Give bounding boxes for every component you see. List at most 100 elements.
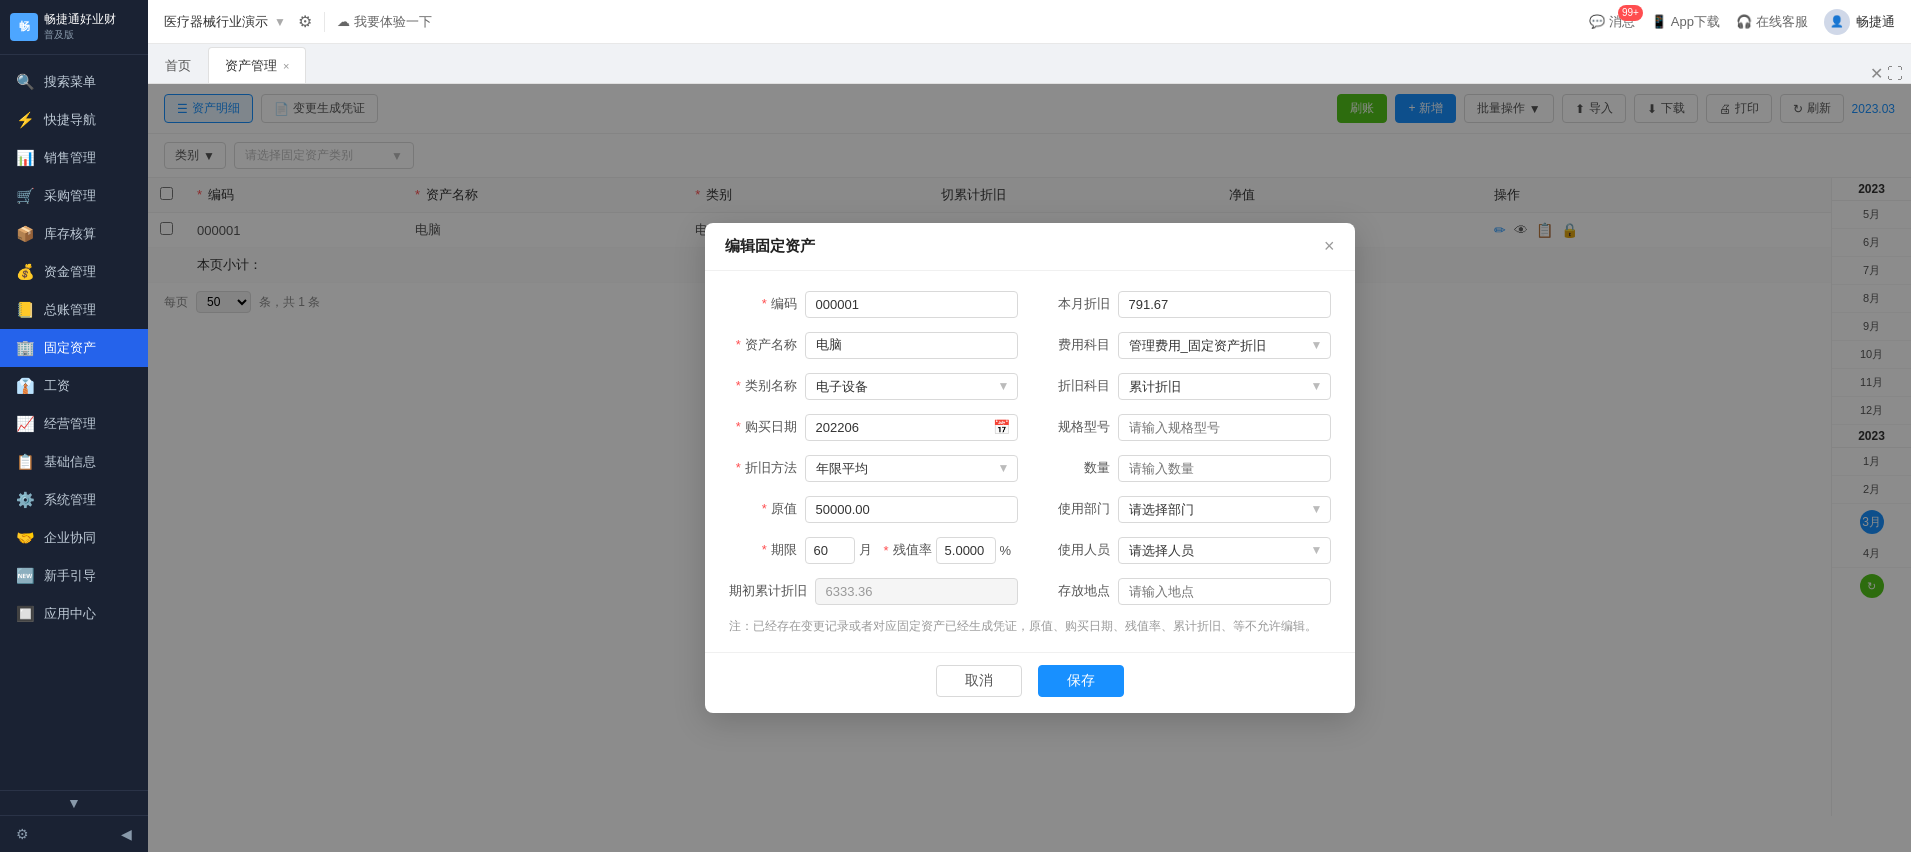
notification-icon: 💬 bbox=[1589, 14, 1605, 29]
category-label: * 类别名称 bbox=[729, 377, 797, 395]
sidebar-item-enterprise[interactable]: 🤝 企业协同 bbox=[0, 519, 148, 557]
sidebar-item-label: 总账管理 bbox=[44, 301, 96, 319]
save-button[interactable]: 保存 bbox=[1038, 665, 1124, 697]
fixed-assets-icon: 🏢 bbox=[16, 339, 34, 357]
expense-subject-wrap: 管理费用_固定资产折旧 ▼ bbox=[1118, 332, 1331, 359]
sidebar-item-fixed-assets[interactable]: 🏢 固定资产 bbox=[0, 329, 148, 367]
spec-model-input[interactable] bbox=[1118, 414, 1331, 441]
personnel-select[interactable]: 请选择人员 bbox=[1118, 537, 1331, 564]
user-menu[interactable]: 👤 畅捷通 bbox=[1824, 9, 1895, 35]
sidebar-header: 畅 畅捷通好业财 普及版 bbox=[0, 0, 148, 55]
page-content: ☰ 资产明细 📄 变更生成凭证 刷账 + 新增 批量操作 ▼ ⬆ bbox=[148, 84, 1911, 852]
sidebar-item-ledger[interactable]: 📒 总账管理 bbox=[0, 291, 148, 329]
sidebar-item-label: 固定资产 bbox=[44, 339, 96, 357]
field-department: 使用部门 请选择部门 ▼ bbox=[1042, 496, 1331, 523]
dep-subject-label: 折旧科目 bbox=[1042, 377, 1110, 395]
spec-model-label: 规格型号 bbox=[1042, 418, 1110, 436]
quantity-input[interactable] bbox=[1118, 455, 1331, 482]
modal-close-btn[interactable]: × bbox=[1324, 237, 1335, 255]
depreciation-method-wrap: 年限平均 ▼ bbox=[805, 455, 1018, 482]
period-input[interactable] bbox=[805, 537, 855, 564]
purchase-date-input[interactable] bbox=[805, 414, 1018, 441]
sidebar-collapse-btn[interactable]: ▼ bbox=[67, 795, 81, 811]
category-select[interactable]: 电子设备 bbox=[805, 373, 1018, 400]
sidebar-item-label: 经营管理 bbox=[44, 415, 96, 433]
sidebar-item-payroll[interactable]: 👔 工资 bbox=[0, 367, 148, 405]
sidebar-item-system[interactable]: ⚙️ 系统管理 bbox=[0, 481, 148, 519]
sidebar-item-label: 企业协同 bbox=[44, 529, 96, 547]
field-depreciation-method: * 折旧方法 年限平均 ▼ bbox=[729, 455, 1018, 482]
username: 畅捷通 bbox=[1856, 13, 1895, 31]
sidebar-item-operations[interactable]: 📈 经营管理 bbox=[0, 405, 148, 443]
department-select[interactable]: 请选择部门 bbox=[1118, 496, 1331, 523]
sidebar-item-basic-info[interactable]: 📋 基础信息 bbox=[0, 443, 148, 481]
company-dropdown-icon: ▼ bbox=[274, 15, 286, 29]
sidebar-item-label: 新手引导 bbox=[44, 567, 96, 585]
sales-icon: 📊 bbox=[16, 149, 34, 167]
modal-overlay: 编辑固定资产 × * 编码 bbox=[148, 84, 1911, 852]
modal-title: 编辑固定资产 bbox=[725, 237, 815, 256]
code-label: * 编码 bbox=[729, 295, 797, 313]
depreciation-method-select[interactable]: 年限平均 bbox=[805, 455, 1018, 482]
initial-depreciation-label: 期初累计折旧 bbox=[729, 582, 807, 600]
sidebar-item-app-center[interactable]: 🔲 应用中心 bbox=[0, 595, 148, 633]
storage-input[interactable] bbox=[1118, 578, 1331, 605]
expense-subject-select[interactable]: 管理费用_固定资产折旧 bbox=[1118, 332, 1331, 359]
sidebar-item-label: 销售管理 bbox=[44, 149, 96, 167]
calendar-icon: 📅 bbox=[993, 419, 1010, 435]
topbar-divider bbox=[324, 12, 325, 32]
modal-header: 编辑固定资产 × bbox=[705, 223, 1355, 271]
app-download-btn[interactable]: 📱 App下载 bbox=[1651, 13, 1720, 31]
this-month-dep-input[interactable] bbox=[1118, 291, 1331, 318]
topbar-settings-icon[interactable]: ⚙ bbox=[298, 12, 312, 31]
field-expense-subject: 费用科目 管理费用_固定资产折旧 ▼ bbox=[1042, 332, 1331, 359]
field-quantity: 数量 bbox=[1042, 455, 1331, 482]
asset-name-input[interactable] bbox=[805, 332, 1018, 359]
notification-badge: 99+ bbox=[1618, 5, 1643, 21]
original-value-input[interactable] bbox=[805, 496, 1018, 523]
sidebar-item-finance[interactable]: 💰 资金管理 bbox=[0, 253, 148, 291]
code-input[interactable] bbox=[805, 291, 1018, 318]
company-selector[interactable]: 医疗器械行业演示 ▼ bbox=[164, 13, 286, 31]
settings-icon[interactable]: ⚙ bbox=[16, 826, 29, 842]
sidebar-item-guide[interactable]: 🆕 新手引导 bbox=[0, 557, 148, 595]
field-category: * 类别名称 电子设备 ▼ bbox=[729, 373, 1018, 400]
original-value-label: * 原值 bbox=[729, 500, 797, 518]
notification-btn[interactable]: 💬 消息 99+ bbox=[1589, 13, 1635, 31]
department-label: 使用部门 bbox=[1042, 500, 1110, 518]
tab-maximize-icon[interactable]: ⛶ bbox=[1887, 65, 1903, 83]
topbar: 医疗器械行业演示 ▼ ⚙ ☁ 我要体验一下 💬 消息 99+ 📱 App下载 🎧… bbox=[148, 0, 1911, 44]
system-icon: ⚙️ bbox=[16, 491, 34, 509]
sidebar-item-purchase[interactable]: 🛒 采购管理 bbox=[0, 177, 148, 215]
residual-rate-input[interactable] bbox=[936, 537, 996, 564]
tab-close-window-icon[interactable]: ✕ bbox=[1870, 64, 1883, 83]
dep-subject-select[interactable]: 累计折旧 bbox=[1118, 373, 1331, 400]
field-this-month-depreciation: 本月折旧 bbox=[1042, 291, 1331, 318]
depreciation-method-label: * 折旧方法 bbox=[729, 459, 797, 477]
department-wrap: 请选择部门 ▼ bbox=[1118, 496, 1331, 523]
modal-body: * 编码 * 资产名称 bbox=[705, 271, 1355, 652]
field-depreciation-subject: 折旧科目 累计折旧 ▼ bbox=[1042, 373, 1331, 400]
tab-close-icon[interactable]: × bbox=[283, 60, 289, 72]
main-content: 医疗器械行业演示 ▼ ⚙ ☁ 我要体验一下 💬 消息 99+ 📱 App下载 🎧… bbox=[148, 0, 1911, 852]
sidebar-item-sales[interactable]: 📊 销售管理 bbox=[0, 139, 148, 177]
user-avatar: 👤 bbox=[1824, 9, 1850, 35]
tab-asset-management[interactable]: 资产管理 × bbox=[208, 47, 306, 83]
field-spec-model: 规格型号 bbox=[1042, 414, 1331, 441]
collapse-sidebar-icon[interactable]: ◀ bbox=[121, 826, 132, 842]
quantity-label: 数量 bbox=[1042, 459, 1110, 477]
sidebar-item-quick-nav[interactable]: ⚡ 快捷导航 bbox=[0, 101, 148, 139]
sidebar-item-search[interactable]: 🔍 搜索菜单 bbox=[0, 63, 148, 101]
sidebar-item-inventory[interactable]: 📦 库存核算 bbox=[0, 215, 148, 253]
inventory-icon: 📦 bbox=[16, 225, 34, 243]
modal-left-col: * 编码 * 资产名称 bbox=[729, 291, 1018, 605]
sidebar-item-label: 工资 bbox=[44, 377, 70, 395]
cancel-button[interactable]: 取消 bbox=[936, 665, 1022, 697]
modal-note: 注：已经存在变更记录或者对应固定资产已经生成凭证，原值、购买日期、残值率、累计折… bbox=[729, 617, 1331, 636]
service-btn[interactable]: 🎧 在线客服 bbox=[1736, 13, 1808, 31]
tab-home[interactable]: 首页 bbox=[148, 47, 208, 83]
headset-icon: 🎧 bbox=[1736, 14, 1752, 29]
experience-btn[interactable]: ☁ 我要体验一下 bbox=[337, 13, 432, 31]
guide-icon: 🆕 bbox=[16, 567, 34, 585]
app-center-icon: 🔲 bbox=[16, 605, 34, 623]
